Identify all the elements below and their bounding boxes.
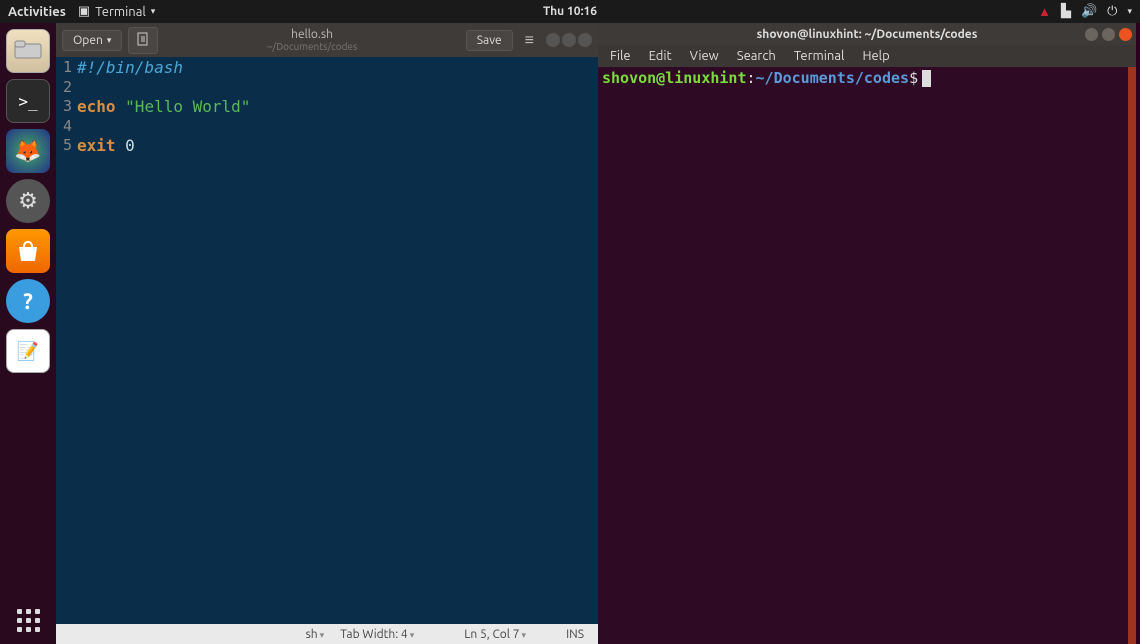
menu-file[interactable]: File bbox=[602, 47, 639, 65]
save-button[interactable]: Save bbox=[466, 30, 513, 51]
help-launcher[interactable]: ? bbox=[6, 279, 50, 323]
menu-terminal[interactable]: Terminal bbox=[786, 47, 853, 65]
gedit-statusbar: sh Tab Width: 4 Ln 5, Col 7 INS bbox=[56, 624, 598, 644]
software-launcher[interactable] bbox=[6, 229, 50, 273]
app-menu[interactable]: ▣ Terminal ▾ bbox=[78, 4, 155, 19]
editor-area[interactable]: 1 2 3 4 5 #!/bin/bash echo "Hello World"… bbox=[56, 57, 598, 624]
chevron-down-icon: ▾ bbox=[151, 6, 156, 17]
firefox-launcher[interactable]: 🦊 bbox=[6, 129, 50, 173]
hamburger-menu[interactable]: ≡ bbox=[519, 31, 540, 50]
system-topbar: Activities ▣ Terminal ▾ Thu 10:16 ▲ ▙ 🔊 … bbox=[0, 0, 1140, 23]
insert-mode[interactable]: INS bbox=[560, 628, 590, 641]
app-menu-label: Terminal bbox=[95, 5, 146, 19]
gedit-window: Open▾ hello.sh ~/Documents/codes Save ≡ … bbox=[56, 23, 598, 644]
language-selector[interactable]: sh bbox=[300, 628, 331, 641]
prompt-path: ~/Documents/codes bbox=[756, 69, 910, 87]
chevron-down-icon[interactable]: ▾ bbox=[1127, 6, 1132, 17]
terminal-body[interactable]: shovon@linuxhint:~/Documents/codes$ bbox=[598, 67, 1136, 644]
maximize-button[interactable] bbox=[562, 33, 576, 47]
show-apps-button[interactable] bbox=[17, 609, 40, 632]
gedit-title: hello.sh ~/Documents/codes bbox=[164, 28, 459, 52]
clock[interactable]: Thu 10:16 bbox=[543, 5, 597, 18]
warning-icon[interactable]: ▲ bbox=[1038, 4, 1051, 19]
power-icon[interactable]: ⏻ bbox=[1107, 4, 1117, 19]
cursor-position[interactable]: Ln 5, Col 7 bbox=[458, 628, 532, 641]
terminal-launcher[interactable]: >_ bbox=[6, 79, 50, 123]
new-document-icon bbox=[136, 32, 150, 46]
text-editor-launcher[interactable]: 📝 bbox=[6, 329, 50, 373]
settings-launcher[interactable]: ⚙ bbox=[6, 179, 50, 223]
window-title: shovon@linuxhint: ~/Documents/codes bbox=[757, 28, 978, 41]
network-icon[interactable]: ▙ bbox=[1061, 4, 1071, 19]
maximize-button[interactable] bbox=[1102, 28, 1115, 41]
launcher-dock: >_ 🦊 ⚙ ? 📝 bbox=[0, 23, 56, 644]
line-gutter: 1 2 3 4 5 bbox=[56, 57, 74, 624]
minimize-button[interactable] bbox=[1085, 28, 1098, 41]
new-tab-button[interactable] bbox=[128, 27, 158, 54]
minimize-button[interactable] bbox=[546, 33, 560, 47]
gedit-headerbar: Open▾ hello.sh ~/Documents/codes Save ≡ bbox=[56, 23, 598, 57]
close-button[interactable] bbox=[578, 33, 592, 47]
code-content[interactable]: #!/bin/bash echo "Hello World" exit 0 bbox=[74, 57, 598, 624]
activities-button[interactable]: Activities bbox=[8, 5, 66, 19]
scrollbar[interactable] bbox=[1128, 67, 1136, 644]
menu-edit[interactable]: Edit bbox=[641, 47, 680, 65]
terminal-cursor bbox=[922, 70, 931, 87]
chevron-down-icon: ▾ bbox=[107, 35, 112, 46]
terminal-window: shovon@linuxhint: ~/Documents/codes File… bbox=[598, 23, 1136, 644]
volume-icon[interactable]: 🔊 bbox=[1081, 4, 1097, 19]
tab-width-selector[interactable]: Tab Width: 4 bbox=[334, 628, 420, 641]
menu-search[interactable]: Search bbox=[729, 47, 784, 65]
close-button[interactable] bbox=[1119, 28, 1132, 41]
menu-view[interactable]: View bbox=[682, 47, 727, 65]
terminal-menubar: File Edit View Search Terminal Help bbox=[598, 45, 1136, 67]
terminal-titlebar[interactable]: shovon@linuxhint: ~/Documents/codes bbox=[598, 23, 1136, 45]
files-launcher[interactable] bbox=[6, 29, 50, 73]
open-button[interactable]: Open▾ bbox=[62, 30, 122, 51]
menu-help[interactable]: Help bbox=[854, 47, 897, 65]
prompt-userhost: shovon@linuxhint bbox=[602, 69, 747, 87]
terminal-icon: ▣ bbox=[78, 4, 90, 19]
prompt-dollar: $ bbox=[909, 69, 918, 87]
